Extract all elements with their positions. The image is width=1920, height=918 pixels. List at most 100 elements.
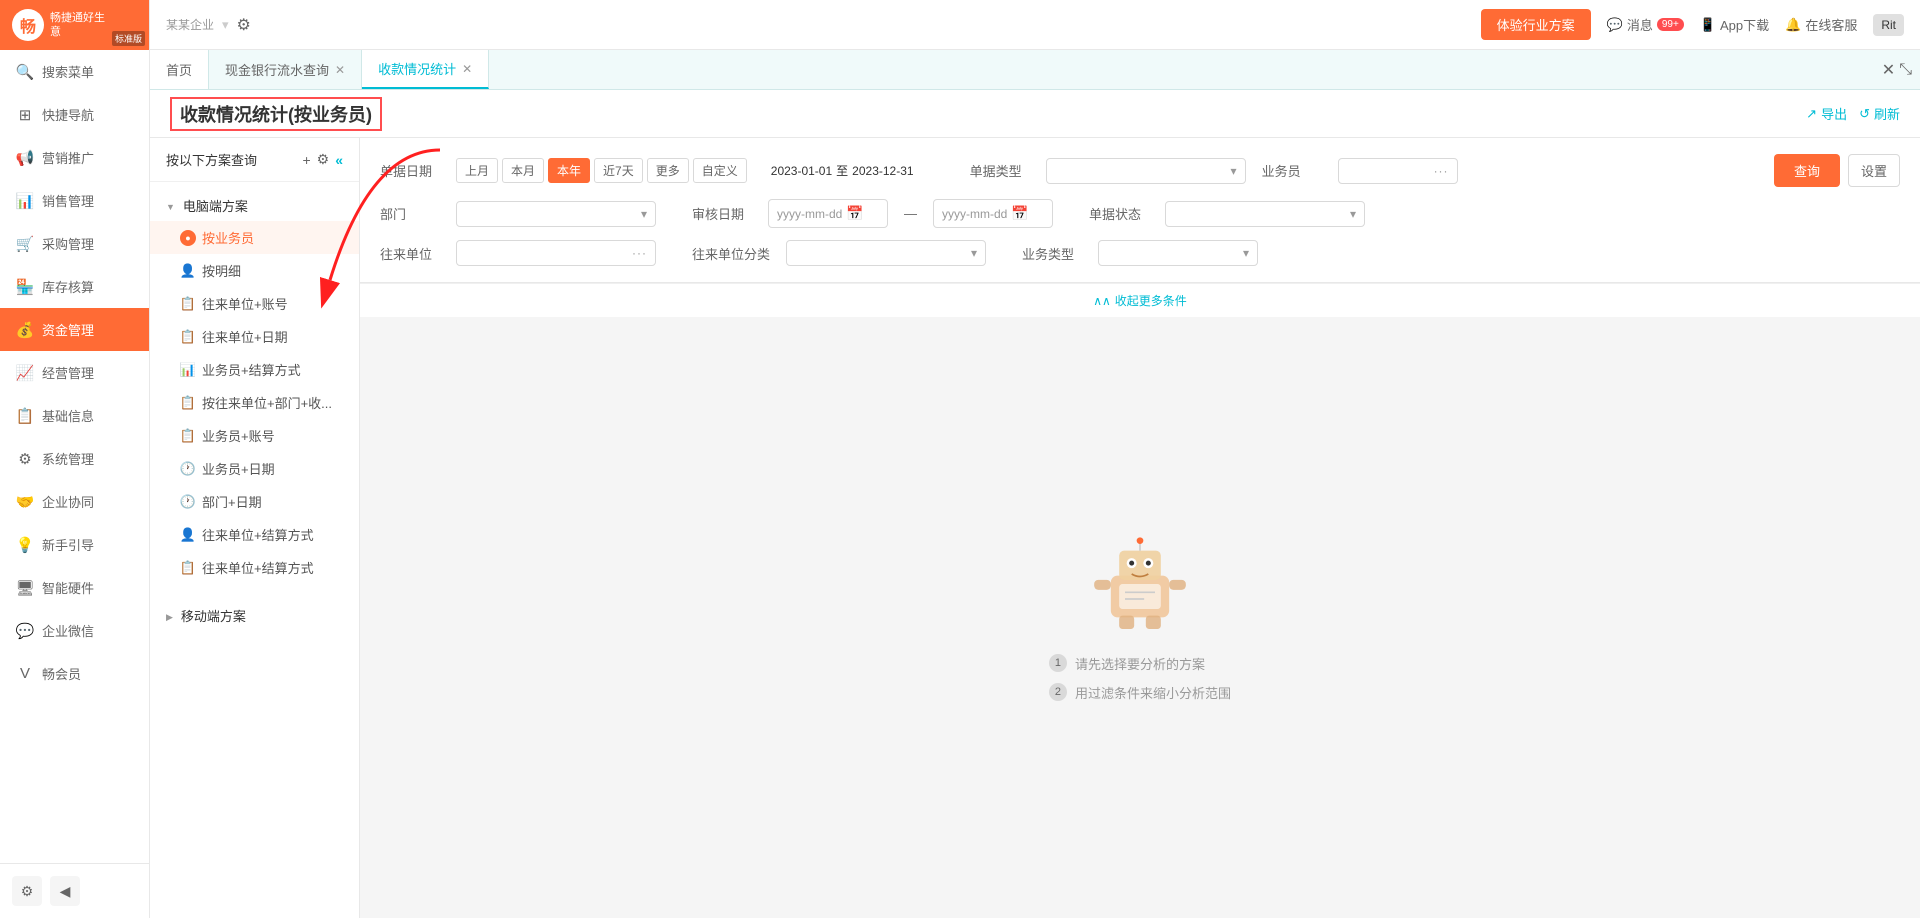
purchase-icon: 🛒 [16, 235, 34, 253]
review-date-from[interactable]: yyyy-mm-dd 📅 [768, 199, 888, 228]
logo-text: 畅捷通好生 意 [50, 11, 105, 40]
filter-settings-button[interactable]: 设置 [1848, 154, 1900, 187]
dept-select[interactable]: ▾ [456, 201, 656, 227]
member-icon: V [16, 665, 34, 683]
date-tab-this-year[interactable]: 本年 [548, 158, 590, 183]
tab-bank[interactable]: 现金银行流水查询 ✕ [209, 50, 362, 89]
header-actions: 体验行业方案 💬 消息 99+ 📱 App下载 🔔 在线客服 Rit [1481, 9, 1904, 40]
tab-close-all-button[interactable]: ✕ [1882, 60, 1895, 80]
sidebar-item-system[interactable]: ⚙ 系统管理 [0, 437, 149, 480]
tab-maximize-button[interactable]: ⤡ [1899, 61, 1912, 79]
sidebar-item-hardware[interactable]: 🖥 智能硬件 [0, 566, 149, 609]
tab-collection[interactable]: 收款情况统计 ✕ [362, 50, 489, 89]
sidebar-label-system: 系统管理 [42, 449, 94, 468]
date-tab-last-month[interactable]: 上月 [456, 158, 498, 183]
type-select[interactable]: ▾ [1046, 158, 1246, 184]
online-service-button[interactable]: 🔔 在线客服 [1785, 15, 1857, 34]
sidebar-item-quicknav[interactable]: ⊞ 快捷导航 [0, 93, 149, 136]
partner-dots-icon: ··· [632, 246, 647, 260]
tree-item-salesperson-account[interactable]: 📋 业务员+账号 [150, 419, 359, 452]
partner-select[interactable]: ··· [456, 240, 656, 266]
collapse-bar[interactable]: ∧∧ 收起更多条件 [360, 283, 1920, 317]
tree-item-partner-settlement1[interactable]: 👤 往来单位+结算方式 [150, 518, 359, 551]
panel-collapse-button[interactable]: « [335, 151, 343, 168]
sidebar-item-finance[interactable]: 💰 资金管理 [0, 308, 149, 351]
export-label: 导出 [1821, 104, 1847, 123]
tree-item-salesperson-date[interactable]: 🕐 业务员+日期 [150, 452, 359, 485]
date-tab-7days[interactable]: 近7天 [594, 158, 643, 183]
partner-category-select[interactable]: ▾ [786, 240, 986, 266]
tree-item-dept-date-label: 部门+日期 [202, 492, 262, 511]
query-button[interactable]: 查询 [1774, 154, 1840, 187]
breadcrumb: 某某企业 [166, 16, 214, 33]
sidebar-item-member[interactable]: V 畅会员 [0, 652, 149, 695]
refresh-button[interactable]: ↺ 刷新 [1859, 104, 1900, 123]
tree-item-salesperson[interactable]: ● 按业务员 [150, 221, 359, 254]
mobile-group-label[interactable]: 移动端方案 [150, 600, 359, 631]
app-logo: 畅 畅捷通好生 意 标准版 [0, 0, 149, 50]
business-type-select[interactable]: ▾ [1098, 240, 1258, 266]
add-scheme-button[interactable]: + [302, 151, 310, 168]
status-select[interactable]: ▾ [1165, 201, 1365, 227]
tree-item-salesperson-settlement-label: 业务员+结算方式 [202, 360, 301, 379]
empty-robot-image [1090, 534, 1190, 634]
tab-bank-close-icon[interactable]: ✕ [335, 63, 345, 77]
date-label: 单据日期 [380, 161, 440, 180]
tree-item-partner-dept[interactable]: 📋 按往来单位+部门+收... [150, 386, 359, 419]
tree-item-detail-label: 按明细 [202, 261, 241, 280]
tree-item-partner-account-label: 往来单位+账号 [202, 294, 288, 313]
tab-collection-close-icon[interactable]: ✕ [462, 62, 472, 76]
date-tab-custom[interactable]: 自定义 [693, 158, 747, 183]
settings-gear-icon[interactable]: ⚙ [237, 15, 251, 35]
sidebar-item-search[interactable]: 🔍 搜索菜单 [0, 50, 149, 93]
tree-item-partner-account[interactable]: 📋 往来单位+账号 [150, 287, 359, 320]
left-panel-actions: + ⚙ « [302, 151, 343, 168]
app-download-button[interactable]: 📱 App下载 [1700, 15, 1769, 34]
review-date-to[interactable]: yyyy-mm-dd 📅 [933, 199, 1053, 228]
calendar-from-icon[interactable]: 📅 [846, 205, 863, 222]
desktop-group-label[interactable]: 电脑端方案 [150, 190, 359, 221]
sidebar-item-sales[interactable]: 📊 销售管理 [0, 179, 149, 222]
tree-item-partner-settlement2[interactable]: 📋 往来单位+结算方式 [150, 551, 359, 584]
sidebar-collapse-button[interactable]: ◀ [50, 876, 80, 906]
messages-button[interactable]: 💬 消息 99+ [1607, 15, 1684, 34]
sidebar-item-inventory[interactable]: 🏪 库存核算 [0, 265, 149, 308]
sidebar-item-wechat[interactable]: 💬 企业微信 [0, 609, 149, 652]
export-button[interactable]: ↗ 导出 [1806, 104, 1847, 123]
sidebar-item-enterprise[interactable]: 🤝 企业协同 [0, 480, 149, 523]
trial-button[interactable]: 体验行业方案 [1481, 9, 1591, 40]
salesperson-settlement-icon: 📊 [180, 362, 196, 378]
search-icon: 🔍 [16, 63, 34, 81]
sidebar-item-guide[interactable]: 💡 新手引导 [0, 523, 149, 566]
empty-illustration: 1 请先选择要分析的方案 2 用过滤条件来缩小分析范围 [1049, 534, 1231, 702]
filter-row-3: 往来单位 ··· 往来单位分类 ▾ 业务类型 ▾ [380, 240, 1900, 266]
review-label: 审核日期 [692, 204, 752, 223]
mobile-chevron-icon [166, 608, 175, 623]
sidebar-label-basic: 基础信息 [42, 406, 94, 425]
sidebar-item-marketing[interactable]: 📢 营销推广 [0, 136, 149, 179]
status-label: 单据状态 [1089, 204, 1149, 223]
sidebar-item-purchase[interactable]: 🛒 采购管理 [0, 222, 149, 265]
tree-item-partner-date[interactable]: 📋 往来单位+日期 [150, 320, 359, 353]
tree-item-salesperson-settlement[interactable]: 📊 业务员+结算方式 [150, 353, 359, 386]
status-chevron-icon: ▾ [1350, 207, 1356, 221]
tab-home[interactable]: 首页 [150, 50, 209, 89]
date-tab-this-month[interactable]: 本月 [502, 158, 544, 183]
tree-item-dept-date[interactable]: 🕐 部门+日期 [150, 485, 359, 518]
sidebar-settings-button[interactable]: ⚙ [12, 876, 42, 906]
sidebar-item-operation[interactable]: 📈 经营管理 [0, 351, 149, 394]
user-avatar[interactable]: Rit [1873, 14, 1904, 36]
tree-item-detail[interactable]: 👤 按明细 [150, 254, 359, 287]
data-area: 1 请先选择要分析的方案 2 用过滤条件来缩小分析范围 [360, 317, 1920, 918]
desktop-group-text: 电脑端方案 [183, 196, 248, 215]
tip-1-text: 请先选择要分析的方案 [1075, 654, 1205, 673]
scheme-settings-button[interactable]: ⚙ [317, 151, 330, 168]
partner-settlement1-icon: 👤 [180, 527, 196, 543]
salesperson-select[interactable]: ··· [1338, 158, 1458, 184]
page-title: 收款情况统计(按业务员) [170, 97, 382, 131]
sidebar-item-basic[interactable]: 📋 基础信息 [0, 394, 149, 437]
page-header: 收款情况统计(按业务员) ↗ 导出 ↺ 刷新 [150, 90, 1920, 138]
calendar-to-icon[interactable]: 📅 [1011, 205, 1028, 222]
tree-item-partner-settlement2-label: 往来单位+结算方式 [202, 558, 314, 577]
date-tab-more[interactable]: 更多 [647, 158, 689, 183]
